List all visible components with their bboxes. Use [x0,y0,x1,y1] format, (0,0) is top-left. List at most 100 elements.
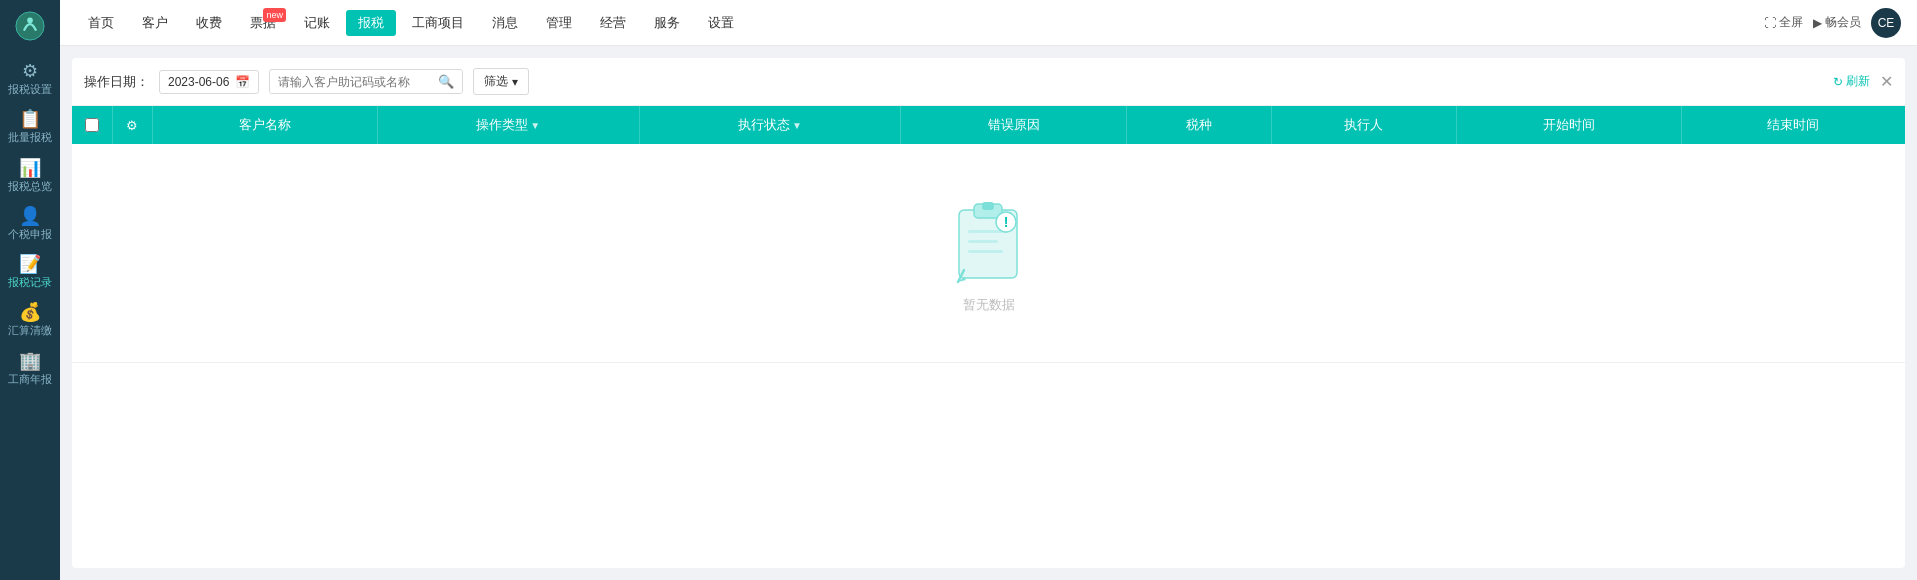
filter-label: 筛选 [484,73,508,90]
sidebar-item-label: 报税设置 [8,82,52,96]
svg-rect-6 [968,240,998,243]
date-picker[interactable]: 2023-06-06 📅 [159,70,259,94]
col-gear: ⚙ [112,106,152,144]
nav-item-zhang[interactable]: 记账 [292,10,342,36]
sidebar-item-label: 工商年报 [8,372,52,386]
refresh-label: 刷新 [1846,73,1870,90]
col-executor-label: 执行人 [1344,117,1383,132]
filter-icon-action[interactable]: ▼ [530,120,540,131]
vip-button[interactable]: ▶ 畅会员 [1813,14,1861,31]
data-table: ⚙ 客户名称 操作类型 ▼ [72,106,1905,363]
svg-point-1 [27,18,33,24]
user-avatar[interactable]: CE [1871,8,1901,38]
col-end-time-label: 结束时间 [1767,117,1819,132]
search-wrap: 🔍 [269,69,463,94]
nav-item-customer[interactable]: 客户 [130,10,180,36]
gear-icon[interactable]: ⚙ [126,118,138,133]
money-icon: 💰 [19,303,41,321]
header-row: ⚙ 客户名称 操作类型 ▼ [72,106,1905,144]
table-body: ! 暂无数据 [72,144,1905,363]
search-input[interactable] [270,71,430,93]
calendar-icon: 📅 [235,75,250,89]
person-icon: 👤 [19,207,41,225]
empty-state: ! 暂无数据 [82,152,1895,354]
col-error-reason: 错误原因 [901,106,1126,144]
sidebar-item-label: 报税总览 [8,179,52,193]
nav-item-xiaoxi[interactable]: 消息 [480,10,530,36]
svg-rect-4 [982,202,994,210]
nav-item-shezhi[interactable]: 设置 [696,10,746,36]
sidebar-item-baoshui-zonglanglan[interactable]: 📊 报税总览 [2,153,58,199]
svg-text:!: ! [1003,214,1008,230]
vip-icon: ▶ [1813,16,1822,30]
col-end-time: 结束时间 [1681,106,1905,144]
sidebar-item-label: 报税记录 [8,275,52,289]
table-container: ⚙ 客户名称 操作类型 ▼ [72,106,1905,568]
vip-label: 畅会员 [1825,14,1861,31]
empty-state-row: ! 暂无数据 [72,144,1905,363]
col-start-time: 开始时间 [1456,106,1681,144]
avatar-text: CE [1878,16,1895,30]
filter-button[interactable]: 筛选 ▾ [473,68,529,95]
col-action-type: 操作类型 ▼ [377,106,639,144]
date-value: 2023-06-06 [168,75,229,89]
chevron-down-icon: ▾ [512,75,518,89]
sidebar-item-huisuan[interactable]: 💰 汇算清缴 [2,297,58,343]
search-icon[interactable]: 🔍 [430,70,462,93]
col-exec-status-label: 执行状态 [738,116,790,134]
nav-item-baoshui[interactable]: 报税 [346,10,396,36]
refresh-icon: ↻ [1833,75,1843,89]
col-customer-name-label: 客户名称 [239,117,291,132]
filter-icon-status[interactable]: ▼ [792,120,802,131]
sidebar-item-label: 个税申报 [8,227,52,241]
overview-icon: 📊 [19,159,41,177]
col-tax-type-label: 税种 [1186,117,1212,132]
empty-text: 暂无数据 [963,296,1015,314]
batch-icon: 📋 [19,110,41,128]
col-action-type-label: 操作类型 [476,116,528,134]
sidebar-item-label: 汇算清缴 [8,323,52,337]
fullscreen-button[interactable]: ⛶ 全屏 [1764,14,1803,31]
top-nav-right: ⛶ 全屏 ▶ 畅会员 CE [1764,8,1901,38]
toolbar: 操作日期： 2023-06-06 📅 🔍 筛选 ▾ [72,58,1905,106]
content-card: 操作日期： 2023-06-06 📅 🔍 筛选 ▾ [72,58,1905,568]
nav-item-home[interactable]: 首页 [76,10,126,36]
empty-state-cell: ! 暂无数据 [72,144,1905,363]
sidebar-item-baoshui-shezhi[interactable]: ⚙ 报税设置 [2,56,58,102]
sidebar-item-geshui[interactable]: 👤 个税申报 [2,201,58,247]
sidebar-item-baoshui-jilu[interactable]: 📝 报税记录 [2,249,58,295]
nav-item-guanli[interactable]: 管理 [534,10,584,36]
top-navigation: 首页 客户 收费 票据 new 记账 报税 工商项目 消息 管理 经营 服务 设… [60,0,1917,46]
col-customer-name: 客户名称 [152,106,377,144]
select-all-checkbox[interactable] [85,118,99,132]
main-content-area: 首页 客户 收费 票据 new 记账 报税 工商项目 消息 管理 经营 服务 设… [60,0,1917,580]
fullscreen-icon: ⛶ [1764,16,1776,30]
close-button[interactable]: ✕ [1880,74,1893,90]
col-error-reason-label: 错误原因 [988,117,1040,132]
svg-rect-7 [968,250,1003,253]
col-tax-type: 税种 [1126,106,1271,144]
col-executor: 执行人 [1271,106,1456,144]
sidebar-item-label: 批量报税 [8,130,52,144]
nav-items: 首页 客户 收费 票据 new 记账 报税 工商项目 消息 管理 经营 服务 设… [76,10,1764,36]
sidebar-item-gongshang-nianbao[interactable]: 🏢 工商年报 [2,346,58,392]
empty-illustration: ! [944,192,1034,292]
new-badge: new [263,8,286,22]
nav-item-piao[interactable]: 票据 new [238,10,288,36]
refresh-button[interactable]: ↻ 刷新 [1833,73,1870,90]
building-icon: 🏢 [19,352,41,370]
main-sidebar: ⚙ 报税设置 📋 批量报税 📊 报税总览 👤 个税申报 📝 报税记录 💰 汇算清… [0,0,60,580]
date-label: 操作日期： [84,73,149,91]
col-exec-status: 执行状态 ▼ [639,106,901,144]
page-area: 操作日期： 2023-06-06 📅 🔍 筛选 ▾ [60,46,1917,580]
sidebar-item-piliang-baoshui[interactable]: 📋 批量报税 [2,104,58,150]
settings-icon: ⚙ [22,62,38,80]
nav-item-shoufei[interactable]: 收费 [184,10,234,36]
nav-item-fuwu[interactable]: 服务 [642,10,692,36]
app-logo[interactable] [12,8,48,44]
svg-point-0 [16,12,44,40]
nav-item-jingying[interactable]: 经营 [588,10,638,36]
nav-item-gongshang[interactable]: 工商项目 [400,10,476,36]
table-header: ⚙ 客户名称 操作类型 ▼ [72,106,1905,144]
col-start-time-label: 开始时间 [1543,117,1595,132]
